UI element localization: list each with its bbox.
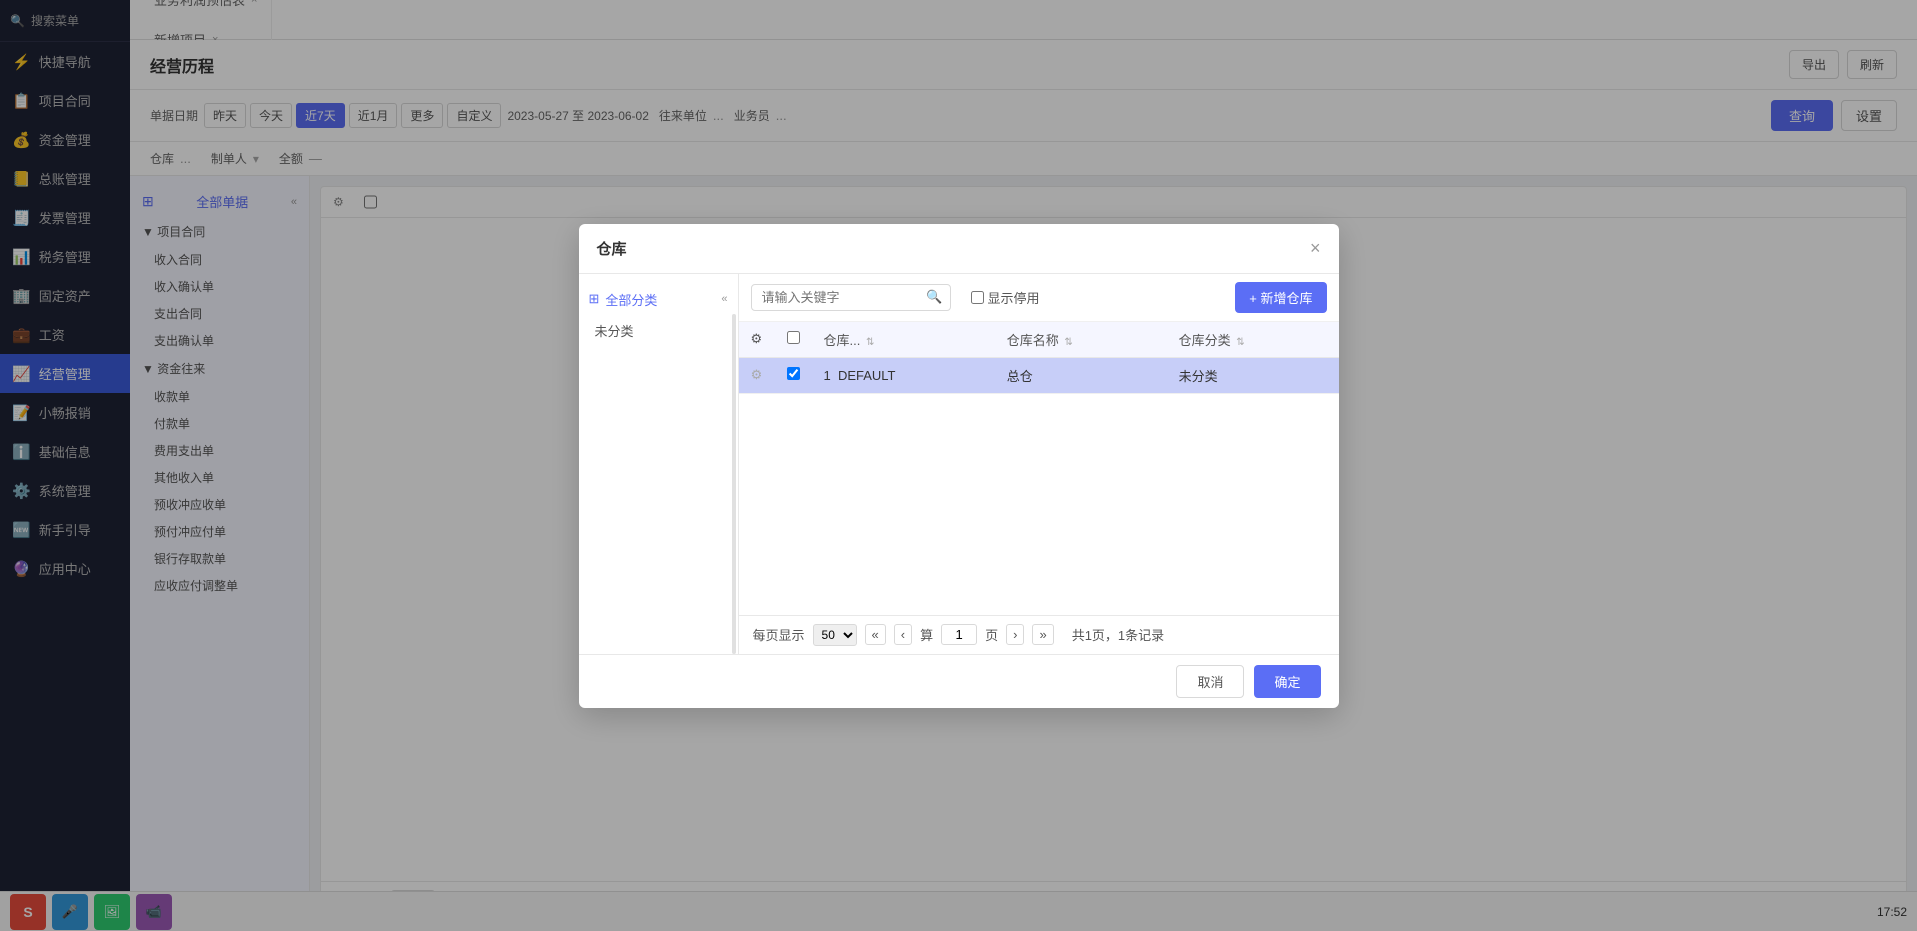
cancel-button[interactable]: 取消 bbox=[1176, 665, 1244, 698]
modal-category-panel: ⊞ 全部分类 « 未分类 bbox=[579, 274, 739, 654]
modal-prev-page[interactable]: ‹ bbox=[894, 624, 912, 645]
modal-page-unit: 页 bbox=[985, 625, 998, 644]
confirm-button[interactable]: 确定 bbox=[1254, 665, 1320, 698]
row-gear-0[interactable]: ⚙ bbox=[739, 357, 775, 393]
row-code-0: 1 DEFAULT bbox=[812, 357, 995, 393]
col-header-code[interactable]: 仓库... ⇅ bbox=[812, 322, 995, 358]
modal-per-page-select[interactable]: 50 bbox=[813, 624, 857, 646]
row-name-0: 总仓 bbox=[995, 357, 1167, 393]
category-grid-icon: ⊞ bbox=[589, 291, 600, 307]
modal-page-label: 算 bbox=[920, 625, 933, 644]
show-disabled-label: 显示停用 bbox=[988, 288, 1040, 307]
table-row[interactable]: ⚙ 1 DEFAULT 总仓 未分类 bbox=[739, 357, 1339, 393]
col-header-name[interactable]: 仓库名称 ⇅ bbox=[995, 322, 1167, 358]
table-select-all[interactable] bbox=[787, 331, 800, 344]
sort-code-icon: ⇅ bbox=[866, 337, 874, 348]
modal-per-page-label: 每页显示 bbox=[753, 625, 805, 644]
warehouse-modal: 仓库 × ⊞ 全部分类 « 未分类 🔍 bbox=[579, 224, 1339, 708]
modal-data-table: ⚙ 仓库... ⇅ 仓库名称 ⇅ bbox=[739, 322, 1339, 615]
modal-next-page[interactable]: › bbox=[1006, 624, 1024, 645]
sort-name-icon: ⇅ bbox=[1064, 337, 1072, 348]
modal-total-records: 共1页，1条记录 bbox=[1072, 625, 1164, 644]
modal-body: ⊞ 全部分类 « 未分类 🔍 显示停用 bbox=[579, 274, 1339, 654]
all-categories-label: 全部分类 bbox=[605, 290, 657, 309]
modal-first-page[interactable]: « bbox=[865, 624, 886, 645]
modal-pagination: 每页显示 50 « ‹ 算 页 › » 共1页，1条记录 bbox=[739, 615, 1339, 654]
col-header-gear: ⚙ bbox=[739, 322, 775, 358]
sort-category-icon: ⇅ bbox=[1236, 337, 1244, 348]
modal-left-scrollbar bbox=[732, 314, 736, 654]
modal-page-input[interactable] bbox=[941, 624, 977, 645]
modal-toolbar: 🔍 显示停用 + 新增仓库 bbox=[739, 274, 1339, 322]
row-category-0: 未分类 bbox=[1167, 357, 1339, 393]
modal-search-input[interactable] bbox=[751, 284, 951, 311]
modal-table-panel: 🔍 显示停用 + 新增仓库 ⚙ bbox=[739, 274, 1339, 654]
modal-last-page[interactable]: » bbox=[1032, 624, 1053, 645]
modal-overlay[interactable]: 仓库 × ⊞ 全部分类 « 未分类 🔍 bbox=[0, 0, 1917, 931]
show-disabled-group: 显示停用 bbox=[971, 288, 1040, 307]
modal-left-header: ⊞ 全部分类 « bbox=[579, 284, 738, 315]
modal-categories-list: 未分类 bbox=[579, 315, 738, 346]
modal-header: 仓库 × bbox=[579, 224, 1339, 274]
modal-footer: 取消 确定 bbox=[579, 654, 1339, 708]
modal-title: 仓库 bbox=[597, 238, 627, 259]
row-checkbox-0[interactable] bbox=[787, 367, 800, 380]
show-disabled-checkbox[interactable] bbox=[971, 291, 984, 304]
modal-search-icon: 🔍 bbox=[926, 289, 942, 305]
add-warehouse-button[interactable]: + 新增仓库 bbox=[1235, 282, 1326, 313]
modal-cat-0[interactable]: 未分类 bbox=[579, 315, 738, 346]
modal-close-button[interactable]: × bbox=[1310, 238, 1321, 259]
modal-table-body: ⚙ 1 DEFAULT 总仓 未分类 bbox=[739, 357, 1339, 393]
modal-left-collapse[interactable]: « bbox=[721, 293, 727, 305]
col-header-category[interactable]: 仓库分类 ⇅ bbox=[1167, 322, 1339, 358]
col-header-check bbox=[775, 322, 812, 358]
row-check-0[interactable] bbox=[775, 357, 812, 393]
